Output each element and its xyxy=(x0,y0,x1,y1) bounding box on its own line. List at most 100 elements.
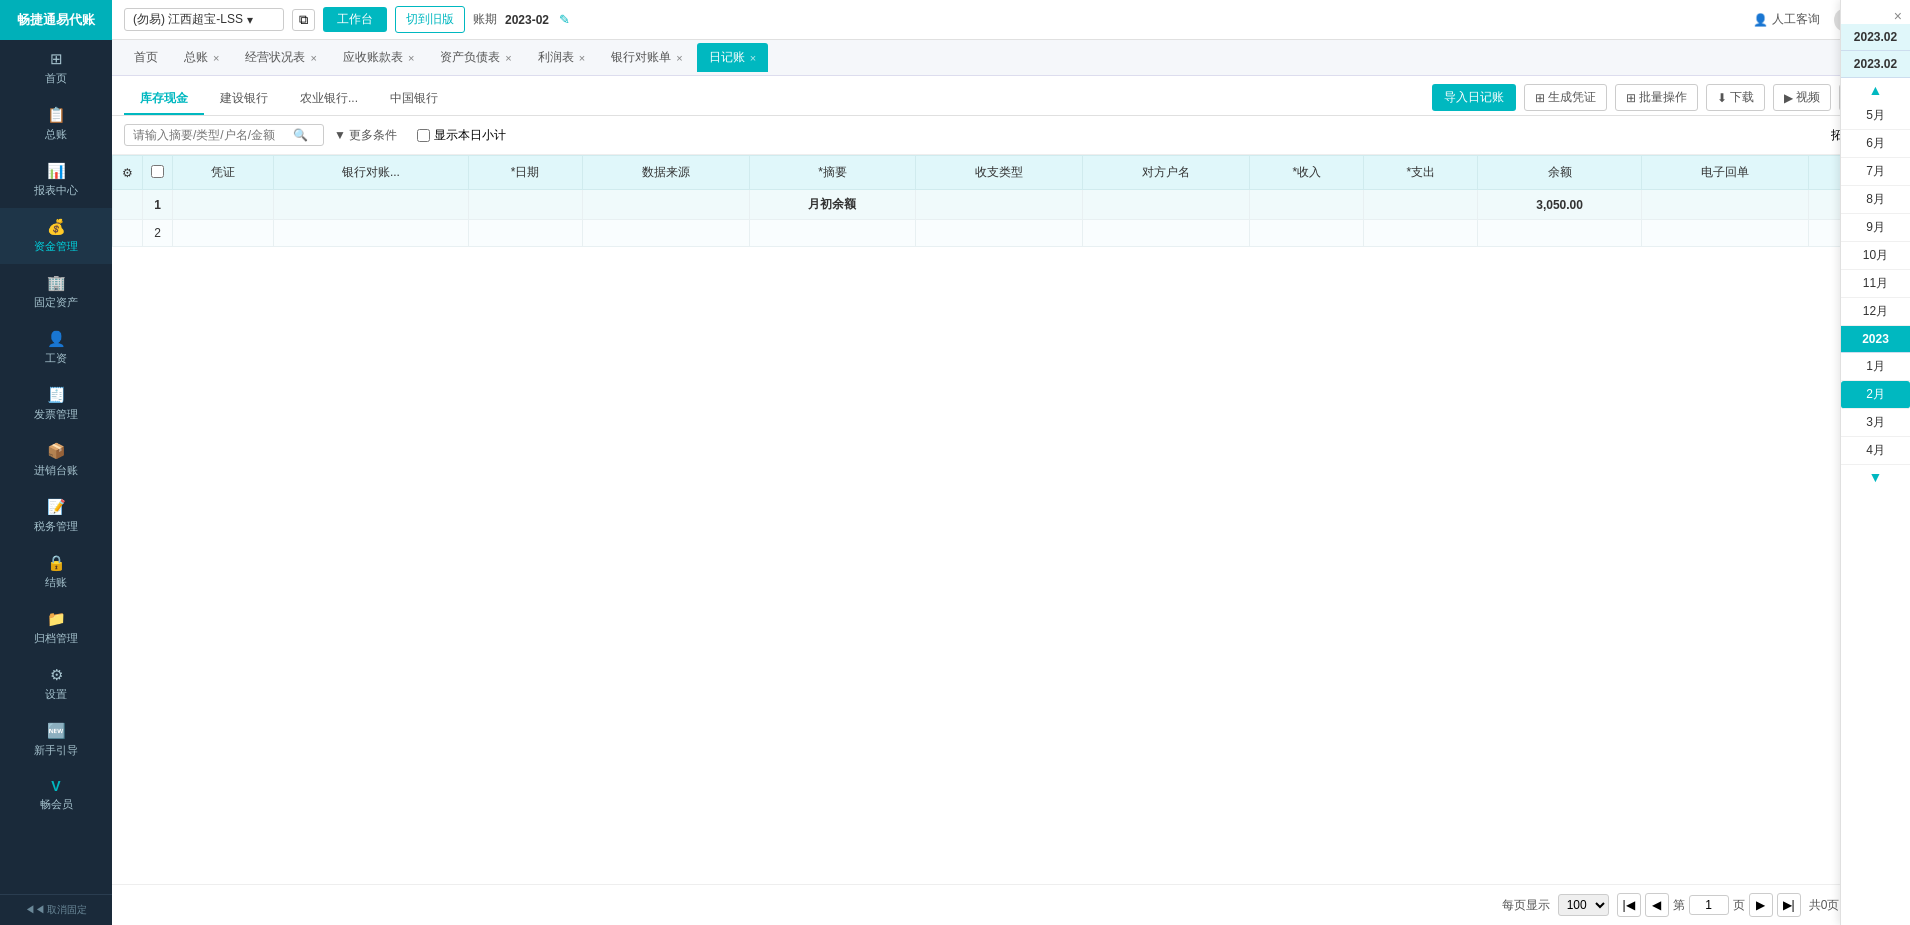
sidebar-item-salary[interactable]: 👤 工资 xyxy=(0,320,112,376)
display-daily-checkbox[interactable] xyxy=(417,129,430,142)
col-checkbox[interactable] xyxy=(143,156,173,190)
row-counterpart-cell xyxy=(1083,190,1250,220)
sidebar-item-settings[interactable]: ⚙ 设置 xyxy=(0,656,112,712)
tab-business-status[interactable]: 经营状况表 × xyxy=(233,43,328,72)
sidebar-item-home[interactable]: ⊞ 首页 xyxy=(0,40,112,96)
row-num-cell: 2 xyxy=(143,220,173,247)
batch-op-button[interactable]: ⊞ 批量操作 xyxy=(1615,84,1698,111)
row-income-cell xyxy=(1250,190,1364,220)
date-month-7[interactable]: 7月 xyxy=(1841,158,1910,186)
import-journal-button[interactable]: 导入日记账 xyxy=(1432,84,1516,111)
date-scroll-down[interactable]: ▼ xyxy=(1841,465,1910,489)
date-month-10[interactable]: 10月 xyxy=(1841,242,1910,270)
col-summary: *摘要 xyxy=(749,156,916,190)
more-conditions-button[interactable]: ▼ 更多条件 xyxy=(334,127,397,144)
col-counterpart: 对方户名 xyxy=(1083,156,1250,190)
date-year-2023[interactable]: 2023 xyxy=(1841,326,1910,353)
tab-ledger[interactable]: 总账 × xyxy=(172,43,231,72)
date-month-4[interactable]: 4月 xyxy=(1841,437,1910,465)
tab-bank-statement[interactable]: 银行对账单 × xyxy=(599,43,694,72)
col-voucher: 凭证 xyxy=(173,156,274,190)
sidebar-item-assets[interactable]: 🏢 固定资产 xyxy=(0,264,112,320)
sidebar-item-tax[interactable]: 📝 税务管理 xyxy=(0,488,112,544)
sidebar-item-label: 总账 xyxy=(45,127,67,142)
download-button[interactable]: ⬇ 下载 xyxy=(1706,84,1765,111)
sub-tab-ccb[interactable]: 建设银行 xyxy=(204,84,284,115)
tab-close-journal[interactable]: × xyxy=(750,52,756,64)
sidebar-item-guide[interactable]: 🆕 新手引导 xyxy=(0,712,112,768)
date-panel-close-button[interactable]: × xyxy=(1894,8,1902,24)
tab-profit[interactable]: 利润表 × xyxy=(526,43,597,72)
sidebar-item-invoice[interactable]: 🧾 发票管理 xyxy=(0,376,112,432)
select-all-checkbox[interactable] xyxy=(151,165,164,178)
goto-old-button[interactable]: 切到旧版 xyxy=(395,6,465,33)
sidebar-item-funds[interactable]: 💰 资金管理 xyxy=(0,208,112,264)
tab-receivables[interactable]: 应收账款表 × xyxy=(331,43,426,72)
sidebar-item-closing[interactable]: 🔒 结账 xyxy=(0,544,112,600)
company-selector[interactable]: (勿易) 江西超宝-LSS ▾ xyxy=(124,8,284,31)
tabs-bar: 首页 总账 × 经营状况表 × 应收账款表 × 资产负债表 × 利润表 × 银行… xyxy=(112,40,1910,76)
date-scroll-up[interactable]: ▲ xyxy=(1841,78,1910,102)
date-month-1[interactable]: 1月 xyxy=(1841,353,1910,381)
date-month-11[interactable]: 11月 xyxy=(1841,270,1910,298)
sub-tab-cash[interactable]: 库存现金 xyxy=(124,84,204,115)
tab-journal[interactable]: 日记账 × xyxy=(697,43,768,72)
tab-close-bank[interactable]: × xyxy=(676,52,682,64)
row-settings-cell xyxy=(113,220,143,247)
date-month-8[interactable]: 8月 xyxy=(1841,186,1910,214)
next-page-button[interactable]: ▶ xyxy=(1749,893,1773,917)
sidebar-item-label: 归档管理 xyxy=(34,631,78,646)
gen-voucher-button[interactable]: ⊞ 生成凭证 xyxy=(1524,84,1607,111)
sidebar-item-purchase-sales[interactable]: 📦 进销台账 xyxy=(0,432,112,488)
period-edit-icon[interactable]: ✎ xyxy=(559,12,570,27)
tab-close-balance[interactable]: × xyxy=(505,52,511,64)
topbar: (勿易) 江西超宝-LSS ▾ ⧉ 工作台 切到旧版 账期 2023-02 ✎ … xyxy=(112,0,1910,40)
search-icon[interactable]: 🔍 xyxy=(293,128,308,142)
page-label-post: 页 xyxy=(1733,897,1745,914)
col-balance: 余额 xyxy=(1478,156,1641,190)
first-page-button[interactable]: |◀ xyxy=(1617,893,1641,917)
tab-close-profit[interactable]: × xyxy=(579,52,585,64)
unfix-button[interactable]: ◀◀ 取消固定 xyxy=(0,895,112,925)
prev-page-button[interactable]: ◀ xyxy=(1645,893,1669,917)
tab-close-business[interactable]: × xyxy=(310,52,316,64)
tab-balance-sheet[interactable]: 资产负债表 × xyxy=(428,43,523,72)
sidebar-item-vip[interactable]: V 畅会员 xyxy=(0,768,112,822)
vip-icon: V xyxy=(51,778,60,794)
tab-home[interactable]: 首页 xyxy=(122,43,170,72)
search-input[interactable] xyxy=(133,128,293,142)
date-year-header-1[interactable]: 2023.02 xyxy=(1841,24,1910,51)
date-month-3[interactable]: 3月 xyxy=(1841,409,1910,437)
col-settings[interactable]: ⚙ xyxy=(113,156,143,190)
video-button[interactable]: ▶ 视频 xyxy=(1773,84,1831,111)
sidebar-item-ledger[interactable]: 📋 总账 xyxy=(0,96,112,152)
tab-close-ledger[interactable]: × xyxy=(213,52,219,64)
ledger-icon: 📋 xyxy=(47,106,66,124)
date-year-header-2[interactable]: 2023.02 xyxy=(1841,51,1910,78)
per-page-select[interactable]: 100 50 200 xyxy=(1558,894,1609,916)
display-daily-wrap[interactable]: 显示本日小计 xyxy=(417,127,506,144)
sub-tab-boc[interactable]: 中国银行 xyxy=(374,84,454,115)
date-month-12[interactable]: 12月 xyxy=(1841,298,1910,326)
last-page-button[interactable]: ▶| xyxy=(1777,893,1801,917)
sidebar-item-archive[interactable]: 📁 归档管理 xyxy=(0,600,112,656)
sidebar-item-label: 进销台账 xyxy=(34,463,78,478)
support-item[interactable]: 👤 人工客询 xyxy=(1753,11,1820,28)
row-date-cell xyxy=(468,220,582,247)
date-month-9[interactable]: 9月 xyxy=(1841,214,1910,242)
tab-close-receivables[interactable]: × xyxy=(408,52,414,64)
period-value: 2023-02 xyxy=(505,13,549,27)
date-month-2-active[interactable]: 2月 xyxy=(1841,381,1910,409)
table-row: 2 xyxy=(113,220,1910,247)
date-month-5[interactable]: 5月 xyxy=(1841,102,1910,130)
purchase-sales-icon: 📦 xyxy=(47,442,66,460)
row-summary-cell: 月初余额 xyxy=(749,190,916,220)
sidebar-item-reports[interactable]: 📊 报表中心 xyxy=(0,152,112,208)
page-input[interactable] xyxy=(1689,895,1729,915)
date-panel-content: 2023.02 2023.02 ▲ 5月 6月 7月 8月 9月 10月 11月… xyxy=(1841,24,1910,489)
sidebar-item-label: 畅会员 xyxy=(40,797,73,812)
copy-button[interactable]: ⧉ xyxy=(292,9,315,31)
workbench-button[interactable]: 工作台 xyxy=(323,7,387,32)
date-month-6[interactable]: 6月 xyxy=(1841,130,1910,158)
sub-tab-abc[interactable]: 农业银行... xyxy=(284,84,374,115)
